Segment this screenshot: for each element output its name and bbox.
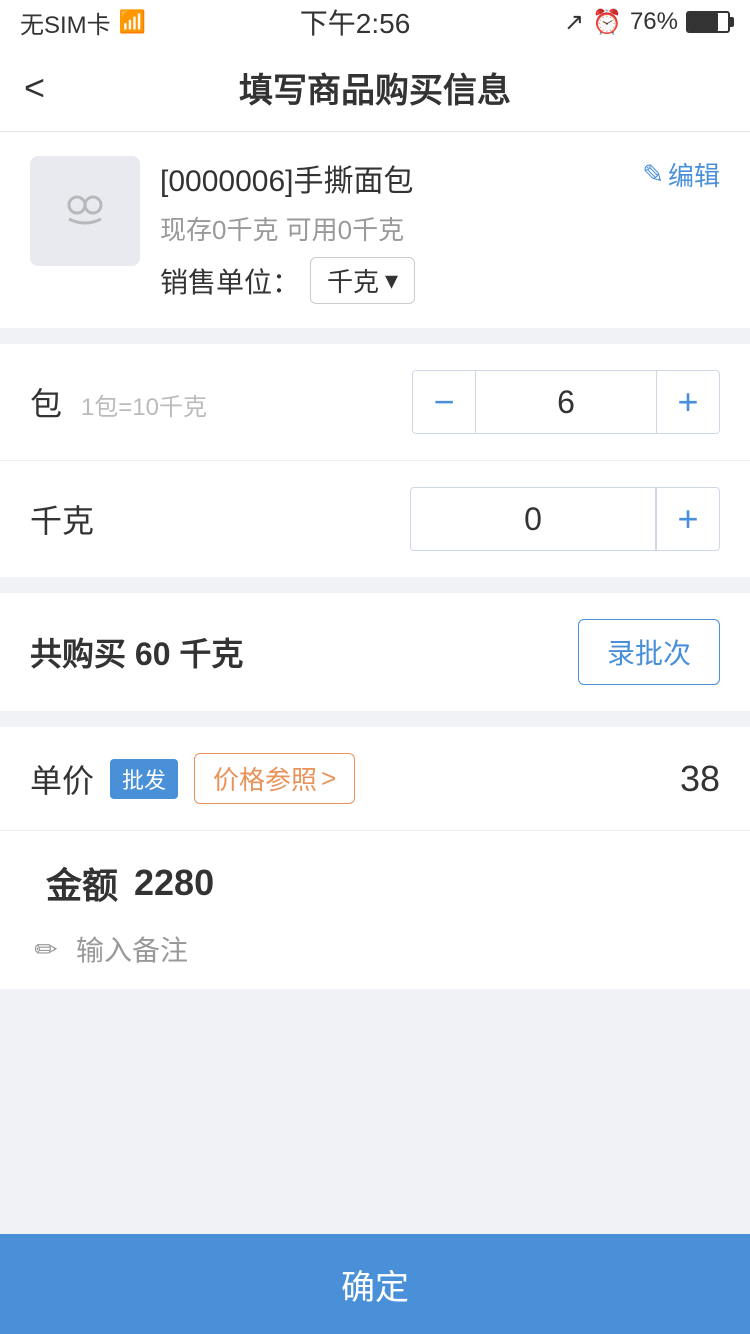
- product-name: [0000006]手撕面包: [160, 156, 413, 200]
- price-type-tag: 批发: [110, 759, 178, 799]
- unit-dropdown[interactable]: 千克 ▾: [310, 257, 415, 304]
- back-button[interactable]: <: [24, 67, 45, 109]
- confirm-button[interactable]: 确定: [0, 1234, 750, 1334]
- product-logo-icon: [55, 181, 115, 241]
- batch-button[interactable]: 录批次: [578, 619, 720, 685]
- edit-label: 编辑: [668, 156, 720, 193]
- location-icon: ↗: [564, 8, 584, 37]
- edit-icon: ✎: [642, 159, 664, 190]
- alarm-icon: ⏰: [592, 8, 622, 37]
- bao-label: 包 1包=10千克: [30, 379, 412, 425]
- bao-minus-button[interactable]: −: [412, 370, 476, 434]
- bao-qty-control: − +: [412, 370, 720, 434]
- kg-qty-input[interactable]: [410, 487, 656, 551]
- price-ref-label: 价格参照: [213, 760, 317, 797]
- unit-value: 千克: [327, 262, 379, 299]
- edit-button[interactable]: ✎ 编辑: [642, 156, 720, 193]
- summary-text: 共购买 60 千克: [30, 629, 243, 675]
- nav-bar: < 填写商品购买信息: [0, 44, 750, 132]
- status-time: 下午2:56: [300, 2, 411, 42]
- bao-plus-button[interactable]: +: [656, 370, 720, 434]
- wifi-icon: 📶: [119, 9, 146, 35]
- product-unit-row: 销售单位： 千克 ▾: [160, 257, 720, 304]
- amount-row: 金额 2280: [30, 857, 720, 909]
- price-ref-arrow-icon: >: [321, 763, 336, 794]
- product-thumbnail: [30, 156, 140, 266]
- bao-qty-input[interactable]: [476, 370, 656, 434]
- status-right: ↗ ⏰ 76%: [564, 8, 730, 37]
- status-left: 无SIM卡 📶: [20, 5, 146, 40]
- price-section: 单价 批发 价格参照 > 38: [0, 727, 750, 831]
- kg-input-row: 千克 +: [0, 461, 750, 577]
- amount-value: 2280: [134, 862, 214, 904]
- status-bar: 无SIM卡 📶 下午2:56 ↗ ⏰ 76%: [0, 0, 750, 44]
- product-stock: 现存0千克 可用0千克: [160, 210, 720, 247]
- battery-icon: [686, 11, 730, 33]
- page-title: 填写商品购买信息: [239, 63, 511, 112]
- summary-section: 共购买 60 千克 录批次: [0, 593, 750, 711]
- kg-plus-button[interactable]: +: [656, 487, 720, 551]
- product-card: [0000006]手撕面包 ✎ 编辑 现存0千克 可用0千克 销售单位： 千克 …: [0, 132, 750, 328]
- amount-section: 金额 2280 ✏ 输入备注: [0, 831, 750, 989]
- main-content: [0000006]手撕面包 ✎ 编辑 现存0千克 可用0千克 销售单位： 千克 …: [0, 132, 750, 1305]
- bao-hint: 1包=10千克: [81, 394, 207, 421]
- product-info: [0000006]手撕面包 ✎ 编辑 现存0千克 可用0千克 销售单位： 千克 …: [160, 156, 720, 304]
- kg-label: 千克: [30, 496, 410, 542]
- price-value: 38: [680, 758, 720, 800]
- bao-input-row: 包 1包=10千克 − +: [0, 344, 750, 461]
- price-ref-button[interactable]: 价格参照 >: [194, 753, 355, 804]
- battery-percent: 76%: [630, 8, 678, 36]
- kg-qty-control: +: [410, 487, 720, 551]
- price-label: 单价: [30, 756, 94, 802]
- amount-label: 金额: [46, 857, 118, 909]
- unit-label: 销售单位：: [160, 261, 300, 301]
- remark-row[interactable]: ✏ 输入备注: [30, 929, 720, 969]
- product-header-row: [0000006]手撕面包 ✎ 编辑: [160, 156, 720, 210]
- carrier-label: 无SIM卡: [20, 5, 111, 40]
- dropdown-arrow-icon: ▾: [385, 265, 398, 296]
- remark-label: 输入备注: [76, 929, 188, 969]
- pencil-icon: ✏: [30, 933, 62, 965]
- bao-input-section: 包 1包=10千克 − + 千克 +: [0, 344, 750, 577]
